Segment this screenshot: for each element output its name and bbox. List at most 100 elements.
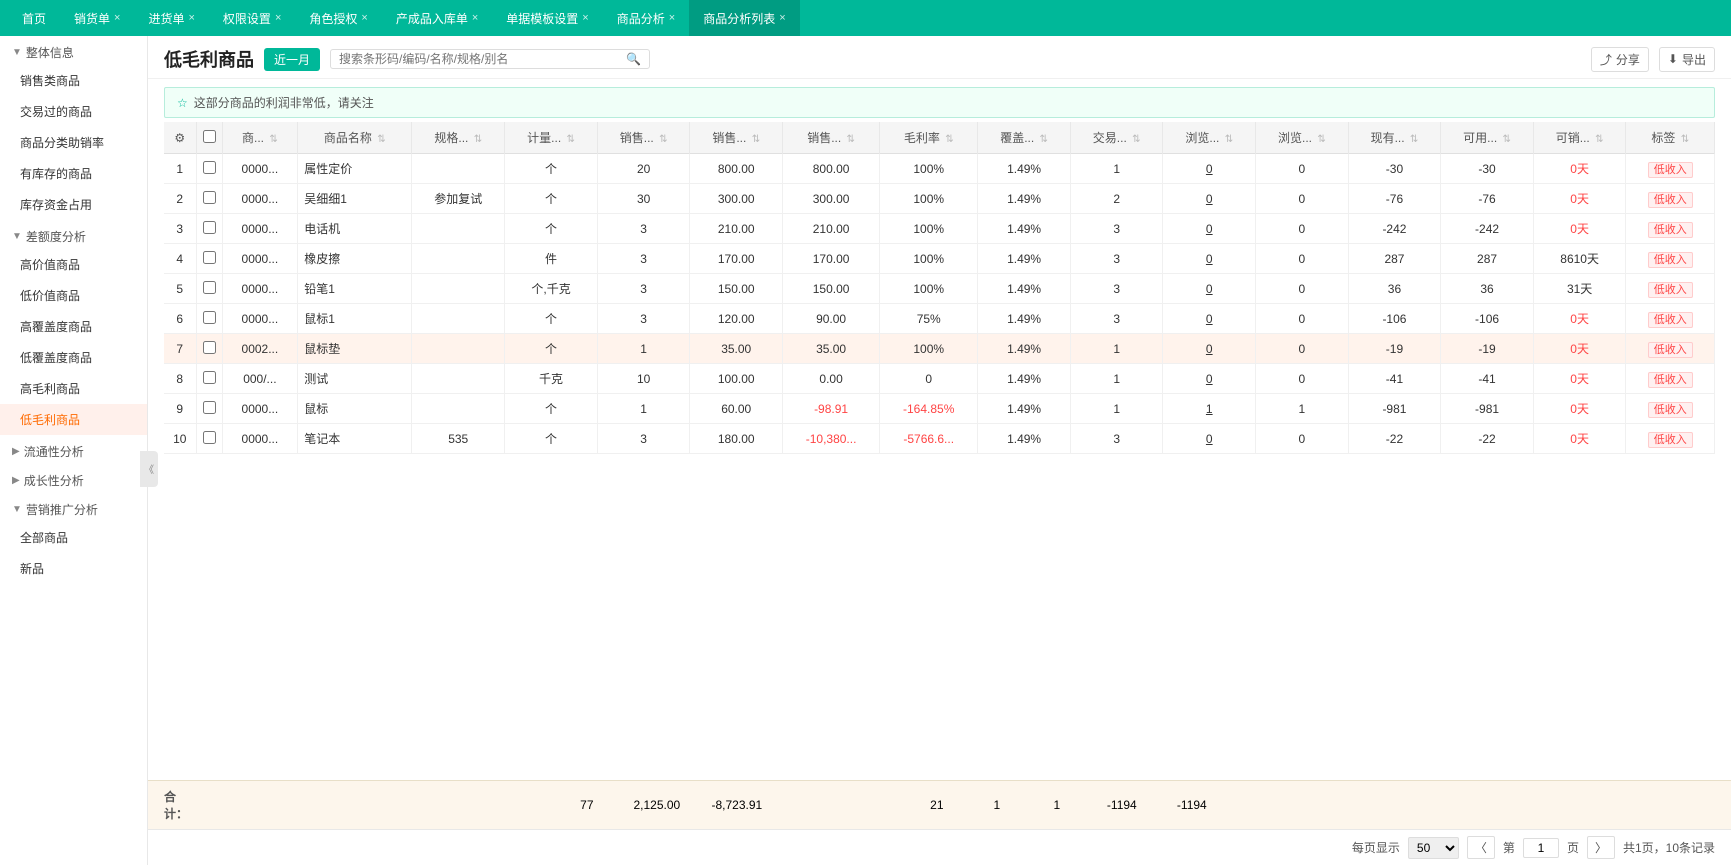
sidebar-section-marketing[interactable]: ▼ 营销推广分析 <box>0 493 147 522</box>
cell-sales-qty: 3 <box>597 244 690 274</box>
sidebar-item-in-stock[interactable]: 有库存的商品 <box>0 158 147 189</box>
sidebar-item-sales-products[interactable]: 销售类商品 <box>0 65 147 96</box>
nav-template-close[interactable]: × <box>582 12 588 24</box>
footer-sales-profit: -8,723.91 <box>697 798 777 812</box>
row-checkbox-6[interactable] <box>203 341 216 354</box>
row-checkbox-2[interactable] <box>203 221 216 234</box>
table-row: 8000/...测试千克10100.000.0001.49%100-41-410… <box>164 364 1715 394</box>
views1-link[interactable]: 0 <box>1206 252 1213 266</box>
views1-link[interactable]: 0 <box>1206 192 1213 206</box>
nav-roles-close[interactable]: × <box>361 12 367 24</box>
views1-link[interactable]: 1 <box>1206 402 1213 416</box>
col-header-check[interactable] <box>196 122 222 154</box>
row-checkbox-4[interactable] <box>203 281 216 294</box>
cell-spec <box>412 244 505 274</box>
nav-analysis[interactable]: 商品分析 × <box>603 0 689 36</box>
sidebar-section-diff[interactable]: ▼ 差额度分析 <box>0 220 147 249</box>
cell-saleable: 31天 <box>1533 274 1626 304</box>
nav-roles[interactable]: 角色授权 × <box>295 0 381 36</box>
sidebar-collapse-btn[interactable]: 《 <box>140 451 158 487</box>
tag-badge: 低收入 <box>1648 432 1693 448</box>
row-checkbox-8[interactable] <box>203 401 216 414</box>
sidebar-item-high-margin[interactable]: 高毛利商品 <box>0 373 147 404</box>
nav-analysis-list[interactable]: 商品分析列表 × <box>689 0 799 36</box>
cell-check[interactable] <box>196 184 222 214</box>
cell-check[interactable] <box>196 334 222 364</box>
sidebar-item-all-products[interactable]: 全部商品 <box>0 522 147 553</box>
views1-link[interactable]: 0 <box>1206 342 1213 356</box>
nav-sales-close[interactable]: × <box>114 12 120 24</box>
row-checkbox-9[interactable] <box>203 431 216 444</box>
cell-spec <box>412 394 505 424</box>
cell-sales-qty: 30 <box>597 184 690 214</box>
nav-permissions[interactable]: 权限设置 × <box>209 0 295 36</box>
cell-transactions: 3 <box>1070 214 1163 244</box>
nav-analysis-close[interactable]: × <box>669 12 675 24</box>
sidebar-section-overall[interactable]: ▼ 整体信息 <box>0 36 147 65</box>
cell-tag: 低收入 <box>1626 424 1715 454</box>
cell-saleable: 0天 <box>1533 334 1626 364</box>
share-btn[interactable]: ⤴ 分享 <box>1591 47 1649 72</box>
views1-link[interactable]: 0 <box>1206 282 1213 296</box>
col-header-available: 可用... ⇅ <box>1441 122 1534 154</box>
row-checkbox-3[interactable] <box>203 251 216 264</box>
nav-purchase[interactable]: 进货单 × <box>134 0 208 36</box>
row-checkbox-1[interactable] <box>203 191 216 204</box>
table-header-row: ⚙ 商... ⇅ 商品名称 ⇅ 规格... ⇅ 计量... ⇅ 销售... ⇅ … <box>164 122 1715 154</box>
cell-views1: 0 <box>1163 214 1256 244</box>
nav-sales[interactable]: 销货单 × <box>60 0 134 36</box>
cell-check[interactable] <box>196 394 222 424</box>
cell-sales-profit: 0.00 <box>783 364 880 394</box>
nav-template[interactable]: 单据模板设置 × <box>492 0 602 36</box>
prev-page-btn[interactable]: 〈 <box>1467 836 1495 859</box>
cell-gross-margin: 100% <box>880 154 978 184</box>
cell-check[interactable] <box>196 304 222 334</box>
nav-purchase-close[interactable]: × <box>188 12 194 24</box>
cell-check[interactable] <box>196 424 222 454</box>
sidebar-item-low-value[interactable]: 低价值商品 <box>0 280 147 311</box>
row-checkbox-7[interactable] <box>203 371 216 384</box>
cell-code: 000/... <box>222 364 298 394</box>
sidebar-item-low-margin[interactable]: 低毛利商品 <box>0 404 147 435</box>
views1-link[interactable]: 0 <box>1206 222 1213 236</box>
cell-check[interactable] <box>196 364 222 394</box>
sidebar-item-capital[interactable]: 库存资金占用 <box>0 189 147 220</box>
export-btn[interactable]: ⬇ 导出 <box>1659 47 1715 72</box>
views1-link[interactable]: 0 <box>1206 312 1213 326</box>
col-header-setting[interactable]: ⚙ <box>164 122 196 154</box>
page-number-input[interactable] <box>1523 838 1559 858</box>
views1-link[interactable]: 0 <box>1206 162 1213 176</box>
cell-no: 4 <box>164 244 196 274</box>
sidebar-section-flow[interactable]: ▶ 流通性分析 <box>0 435 147 464</box>
sidebar-section-growth[interactable]: ▶ 成长性分析 <box>0 464 147 493</box>
cell-views1: 0 <box>1163 334 1256 364</box>
sidebar-item-category-rate[interactable]: 商品分类助销率 <box>0 127 147 158</box>
table-row: 30000...电话机个3210.00210.00100%1.49%300-24… <box>164 214 1715 244</box>
sidebar-item-new-products[interactable]: 新品 <box>0 553 147 584</box>
cell-check[interactable] <box>196 274 222 304</box>
nav-home[interactable]: 首页 <box>8 0 60 36</box>
next-page-btn[interactable]: 〉 <box>1587 836 1615 859</box>
row-checkbox-5[interactable] <box>203 311 216 324</box>
cell-check[interactable] <box>196 154 222 184</box>
views1-link[interactable]: 0 <box>1206 432 1213 446</box>
row-checkbox-0[interactable] <box>203 161 216 174</box>
cell-available: -19 <box>1441 334 1534 364</box>
cell-code: 0000... <box>222 274 298 304</box>
nav-analysis-list-close[interactable]: × <box>779 12 785 24</box>
sidebar-item-high-value[interactable]: 高价值商品 <box>0 249 147 280</box>
per-page-select[interactable]: 50 20 100 <box>1408 837 1459 859</box>
sidebar-item-high-coverage[interactable]: 高覆盖度商品 <box>0 311 147 342</box>
nav-products-close[interactable]: × <box>472 12 478 24</box>
views1-link[interactable]: 0 <box>1206 372 1213 386</box>
cell-check[interactable] <box>196 244 222 274</box>
search-input[interactable] <box>339 52 626 66</box>
search-icon[interactable]: 🔍 <box>626 52 641 66</box>
cell-check[interactable] <box>196 214 222 244</box>
sidebar-item-low-coverage[interactable]: 低覆盖度商品 <box>0 342 147 373</box>
select-all-checkbox[interactable] <box>203 130 216 143</box>
nav-permissions-close[interactable]: × <box>275 12 281 24</box>
nav-products[interactable]: 产成品入库单 × <box>382 0 492 36</box>
filter-btn[interactable]: 近一月 <box>264 48 320 71</box>
sidebar-item-traded[interactable]: 交易过的商品 <box>0 96 147 127</box>
